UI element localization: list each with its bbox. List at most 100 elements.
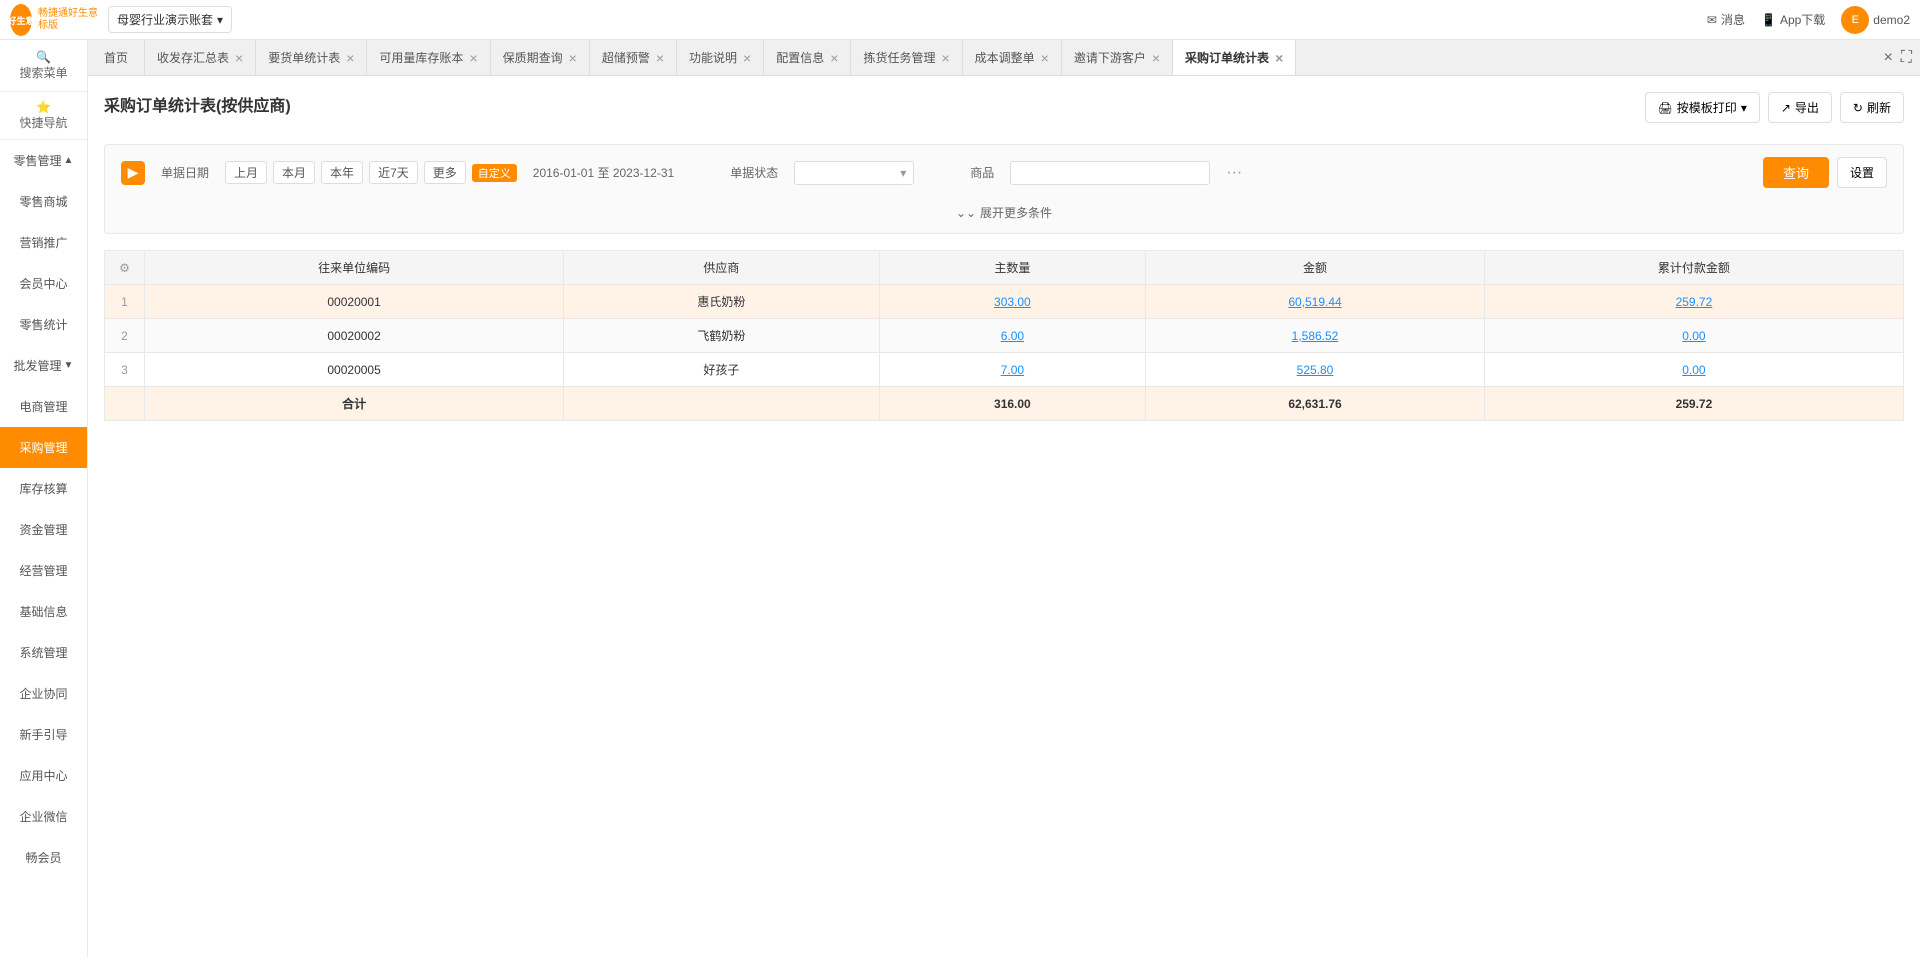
close-expiry-query[interactable]: × <box>569 50 577 66</box>
sidebar-item-enterprise-wechat[interactable]: 企业微信 <box>0 796 87 837</box>
sidebar-item-inventory-check[interactable]: 库存核算 <box>0 468 87 509</box>
sidebar-label-retail-mall: 零售商城 <box>19 195 67 209</box>
cell-supplier-code-0: 00020001 <box>145 285 564 319</box>
sidebar-label-retail-mgmt: 零售管理 <box>14 152 62 169</box>
tab-pick-task[interactable]: 拣货任务管理 × <box>851 40 962 76</box>
refresh-btn[interactable]: ↻ 刷新 <box>1840 92 1904 123</box>
tab-invite-downstream[interactable]: 邀请下游客户 × <box>1062 40 1173 76</box>
close-overstock-warning[interactable]: × <box>656 50 664 66</box>
user-profile[interactable]: E demo2 <box>1841 6 1910 34</box>
sidebar-item-member-center[interactable]: 会员中心 <box>0 263 87 304</box>
user-name: demo2 <box>1873 13 1910 27</box>
cell-amount-1[interactable]: 1,586.52 <box>1146 319 1485 353</box>
date-filter-label: 单据日期 <box>161 164 209 181</box>
status-select[interactable] <box>794 161 914 185</box>
footer-empty-2 <box>564 387 879 421</box>
template-print-btn[interactable]: 🖨 按模板打印 ▾ <box>1645 92 1760 123</box>
cell-supplier-code-2: 00020005 <box>145 353 564 387</box>
workspace-selector[interactable]: 母婴行业演示账套 ▾ <box>108 6 232 33</box>
sidebar-quick-nav[interactable]: ⭐ 快捷导航 <box>0 92 87 140</box>
workspace-label: 母婴行业演示账套 <box>117 11 213 28</box>
close-invite-downstream[interactable]: × <box>1152 50 1160 66</box>
sidebar-item-basic-info[interactable]: 基础信息 <box>0 591 87 632</box>
cell-paid-amount-2[interactable]: 0.00 <box>1484 353 1903 387</box>
col-header-main-qty: 主数量 <box>879 251 1146 285</box>
sidebar-item-ecommerce[interactable]: 电商管理 <box>0 386 87 427</box>
tab-close-action[interactable]: × <box>1883 49 1892 67</box>
sidebar-item-retail-mgmt[interactable]: 零售管理 ▲ <box>0 140 87 181</box>
sidebar-item-system-mgmt[interactable]: 系统管理 <box>0 632 87 673</box>
tab-expand-action[interactable]: ⛶ <box>1901 49 1912 67</box>
close-receive-summary[interactable]: × <box>235 50 243 66</box>
tab-cost-adjust[interactable]: 成本调整单 × <box>963 40 1062 76</box>
cell-supplier-code-1: 00020002 <box>145 319 564 353</box>
logo-subtext: 标版 <box>38 20 98 32</box>
cell-main-qty-0[interactable]: 303.00 <box>879 285 1146 319</box>
sidebar-item-new-guide[interactable]: 新手引导 <box>0 714 87 755</box>
close-order-summary[interactable]: × <box>346 50 354 66</box>
footer-main-qty: 316.00 <box>879 387 1146 421</box>
table-footer-row: 合计 316.00 62,631.76 259.72 <box>105 387 1904 421</box>
filter-more-dots[interactable]: ··· <box>1226 164 1242 182</box>
date-range-display: 2016-01-01 至 2023-12-31 <box>533 164 674 181</box>
sidebar-item-retail-stats[interactable]: 零售统计 <box>0 304 87 345</box>
cell-main-qty-2[interactable]: 7.00 <box>879 353 1146 387</box>
sidebar-item-retail-mall[interactable]: 零售商城 <box>0 181 87 222</box>
date-btn-7days[interactable]: 近7天 <box>369 161 418 184</box>
top-bar: 好生意 畅捷通好生意 标版 母婴行业演示账套 ▾ ✉ 消息 📱 App下载 <box>0 0 1920 40</box>
date-btn-this-month[interactable]: 本月 <box>273 161 315 184</box>
date-btn-this-year[interactable]: 本年 <box>321 161 363 184</box>
sidebar-item-finance-mgmt[interactable]: 资金管理 <box>0 509 87 550</box>
sidebar-item-marketing[interactable]: 营销推广 <box>0 222 87 263</box>
tab-available-stock[interactable]: 可用量库存账本 × <box>367 40 490 76</box>
sidebar-item-ops-mgmt[interactable]: 经营管理 <box>0 550 87 591</box>
tab-function-desc[interactable]: 功能说明 × <box>677 40 764 76</box>
col-header-supplier-name: 供应商 <box>564 251 879 285</box>
footer-amount: 62,631.76 <box>1146 387 1485 421</box>
date-btn-last-month[interactable]: 上月 <box>225 161 267 184</box>
tab-bar-actions: × ⛶ <box>1875 49 1920 67</box>
tab-config-info[interactable]: 配置信息 × <box>764 40 851 76</box>
sidebar-label-inventory-check: 库存核算 <box>19 482 67 496</box>
close-config-info[interactable]: × <box>830 50 838 66</box>
cell-paid-amount-1[interactable]: 0.00 <box>1484 319 1903 353</box>
sidebar-item-vip-member[interactable]: 畅会员 <box>0 837 87 878</box>
filter-toggle-btn[interactable]: ▶ <box>121 161 145 185</box>
expand-more-btn[interactable]: ⌄⌄ 展开更多条件 <box>956 204 1052 221</box>
date-custom-badge: 自定义 <box>472 164 517 182</box>
sidebar-item-app-center[interactable]: 应用中心 <box>0 755 87 796</box>
export-btn[interactable]: ↗ 导出 <box>1768 92 1832 123</box>
date-btn-more[interactable]: 更多 <box>424 161 466 184</box>
col-header-settings: ⚙ <box>105 251 145 285</box>
cell-amount-0[interactable]: 60,519.44 <box>1146 285 1485 319</box>
cell-main-qty-1[interactable]: 6.00 <box>879 319 1146 353</box>
cell-paid-amount-0[interactable]: 259.72 <box>1484 285 1903 319</box>
cell-amount-2[interactable]: 525.80 <box>1146 353 1485 387</box>
tab-receive-summary[interactable]: 收发存汇总表 × <box>145 40 256 76</box>
sidebar-item-purchase-mgmt[interactable]: 采购管理 <box>0 427 87 468</box>
app-download-btn[interactable]: 📱 App下载 <box>1761 11 1825 28</box>
query-btn[interactable]: 查询 <box>1763 157 1829 188</box>
sidebar-item-wholesale-mgmt[interactable]: 批发管理 ▼ <box>0 345 87 386</box>
tab-overstock-warning[interactable]: 超储预警 × <box>590 40 677 76</box>
close-purchase-summary[interactable]: × <box>1275 50 1283 66</box>
close-cost-adjust[interactable]: × <box>1041 50 1049 66</box>
product-filter-input[interactable] <box>1010 161 1210 185</box>
sidebar-search-btn[interactable]: 🔍 搜索菜单 <box>0 40 87 92</box>
sidebar-label-new-guide: 新手引导 <box>19 728 67 742</box>
col-header-paid-amount: 累计付款金额 <box>1484 251 1903 285</box>
col-header-amount: 金额 <box>1146 251 1485 285</box>
gear-icon[interactable]: ⚙ <box>119 261 130 275</box>
tab-purchase-summary[interactable]: 采购订单统计表 × <box>1173 40 1296 76</box>
tab-order-summary[interactable]: 要货单统计表 × <box>256 40 367 76</box>
close-pick-task[interactable]: × <box>941 50 949 66</box>
sidebar-label-wholesale-mgmt: 批发管理 <box>14 357 62 374</box>
sidebar-label-basic-info: 基础信息 <box>19 605 67 619</box>
settings-btn[interactable]: 设置 <box>1837 157 1887 188</box>
sidebar-item-enterprise-collab[interactable]: 企业协同 <box>0 673 87 714</box>
close-available-stock[interactable]: × <box>469 50 477 66</box>
tab-expiry-query[interactable]: 保质期查询 × <box>491 40 590 76</box>
tab-home[interactable]: 首页 <box>88 40 145 76</box>
message-btn[interactable]: ✉ 消息 <box>1707 11 1745 28</box>
close-function-desc[interactable]: × <box>743 50 751 66</box>
